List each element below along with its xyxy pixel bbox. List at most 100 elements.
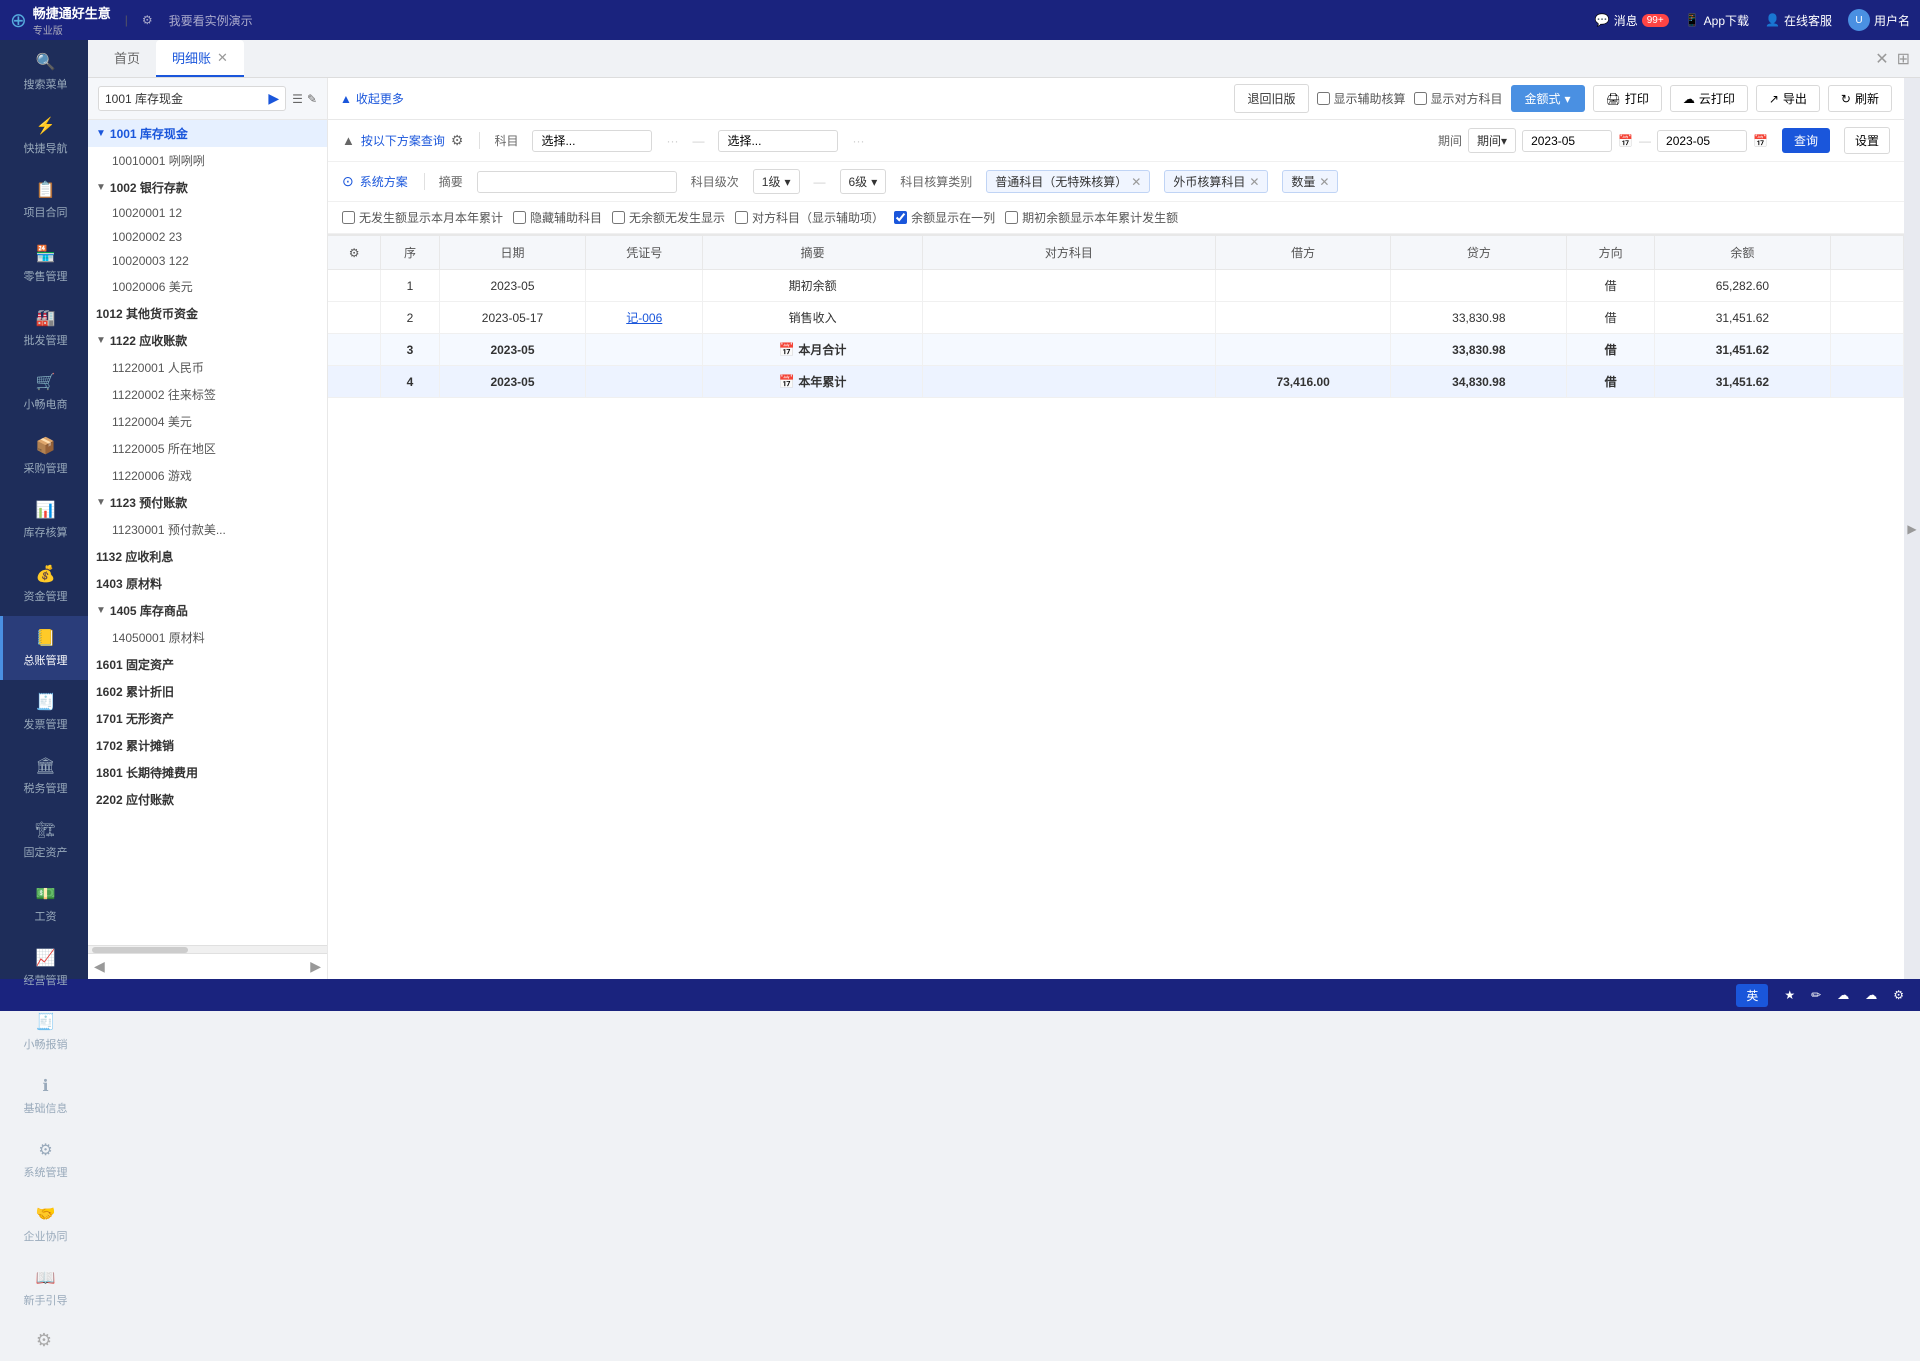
sidebar-item-tax[interactable]: 🏛 税务管理 [0,744,88,808]
tree-item-1701[interactable]: 1701 无形资产 [88,705,327,732]
message-btn[interactable]: 💬 消息 99+ [1595,12,1669,29]
tab-close-icon[interactable]: ✕ [1875,49,1888,69]
tree-item-1702[interactable]: 1702 累计摊销 [88,732,327,759]
row2-voucher[interactable]: 记-006 [586,302,703,334]
settings-btn[interactable]: 设置 [1844,127,1890,154]
cb-hide-aux-input[interactable] [513,211,526,224]
filter-tag-close-2[interactable]: ✕ [1319,175,1329,189]
tree-item-14050001[interactable]: 14050001 原材料 [88,624,327,651]
cloud-print-btn[interactable]: ☁ 云打印 [1670,85,1748,112]
sidebar-item-reimbursement[interactable]: 🧾 小畅报销 [0,1000,88,1064]
sidebar-item-payroll[interactable]: 💵 工资 [0,872,88,936]
scheme-label[interactable]: 系统方案 [360,173,408,190]
sidebar-item-basic[interactable]: ℹ 基础信息 [0,1064,88,1128]
sidebar-item-guide[interactable]: 📖 新手引导 [0,1256,88,1320]
filter-tag-close-0[interactable]: ✕ [1131,175,1141,189]
sidebar-item-business[interactable]: 📈 经营管理 [0,936,88,1000]
tree-item-11220002[interactable]: 11220002 往来标签 [88,381,327,408]
sidebar-item-partner[interactable]: 🤝 企业协同 [0,1192,88,1256]
cb-no-balance[interactable]: 无余额无发生显示 [612,209,725,226]
right-collapse-btn[interactable]: ▶ [1904,78,1920,979]
tree-collapse-right[interactable]: ▶ [310,958,321,975]
refresh-btn[interactable]: ↻ 刷新 [1828,85,1892,112]
tree-item-1601[interactable]: 1601 固定资产 [88,651,327,678]
show-contra-check[interactable]: 显示对方科目 [1414,90,1503,107]
cb-no-occur[interactable]: 无发生额显示本月本年累计 [342,209,503,226]
tree-hscroll[interactable] [88,945,327,953]
sidebar-item-assets[interactable]: 🏗 固定资产 [0,808,88,872]
tab-detail[interactable]: 明细账 ✕ [156,40,244,77]
export-btn[interactable]: ↗ 导出 [1756,85,1820,112]
tree-item-11220005[interactable]: 11220005 所在地区 [88,435,327,462]
sidebar-item-purchase[interactable]: 📦 采购管理 [0,424,88,488]
print-btn[interactable]: 🖨 打印 [1593,85,1662,112]
cb-contra[interactable]: 对方科目（显示辅助项） [735,209,884,226]
tree-item-1132[interactable]: 1132 应收利息 [88,543,327,570]
cb-begin-bal[interactable]: 期初余额显示本年累计发生额 [1005,209,1178,226]
tree-item-1123[interactable]: ▼ 1123 预付账款 [88,489,327,516]
search-btn[interactable]: 查询 [1782,128,1830,153]
cb-contra-input[interactable] [735,211,748,224]
tree-item-11230001[interactable]: 11230001 预付款美... [88,516,327,543]
subject-input[interactable] [532,130,652,152]
demo-link[interactable]: 我要看实例演示 [169,12,253,29]
filter-tag-close-1[interactable]: ✕ [1249,175,1259,189]
format-btn[interactable]: 金额式 ▾ [1511,85,1585,112]
sidebar-item-ecommerce[interactable]: 🛒 小畅电商 [0,360,88,424]
level-start-select[interactable]: 1级 ▾ [753,169,800,194]
tree-item-11220004[interactable]: 11220004 美元 [88,408,327,435]
expand-filter-btn[interactable]: ▲ 收起更多 [340,90,404,107]
summary-input[interactable] [477,171,677,193]
subject-input2[interactable] [718,130,838,152]
tree-item-10020002[interactable]: 10020002 23 [88,225,327,249]
user-area[interactable]: U 用户名 [1848,9,1910,31]
period-calendar-start[interactable]: 📅 [1618,134,1633,148]
online-service-btn[interactable]: 👤 在线客服 [1765,12,1832,29]
bottom-btn-cloud2[interactable]: ☁ [1865,988,1877,1002]
tree-item-11220001[interactable]: 11220001 人民币 [88,354,327,381]
tree-item-1403[interactable]: 1403 原材料 [88,570,327,597]
list-view-icon[interactable]: ☰ [292,92,303,106]
tree-item-10020001[interactable]: 10020001 12 [88,201,327,225]
sidebar-item-inventory[interactable]: 📊 库存核算 [0,488,88,552]
tree-item-1012[interactable]: 1012 其他货币资金 [88,300,327,327]
sidebar-item-shortcut[interactable]: ⚡ 快捷导航 [0,104,88,168]
settings-icon[interactable]: ⚙ [142,13,153,27]
sidebar-settings[interactable]: ⚙ [0,1320,88,1361]
cb-no-occur-input[interactable] [342,211,355,224]
period-calendar-end[interactable]: 📅 [1753,134,1768,148]
tab-close-btn[interactable]: ✕ [217,50,228,66]
period-end-input[interactable] [1657,130,1747,152]
show-contra-input[interactable] [1414,92,1427,105]
cb-no-balance-input[interactable] [612,211,625,224]
tree-item-10020003[interactable]: 10020003 122 [88,249,327,273]
sidebar-item-project[interactable]: 📋 项目合同 [0,168,88,232]
bottom-btn-settings[interactable]: ⚙ [1893,988,1904,1002]
sidebar-item-search[interactable]: 🔍 搜索菜单 [0,40,88,104]
tree-collapse-left[interactable]: ◀ [94,958,105,975]
th-settings[interactable]: ⚙ [328,236,381,270]
account-search-nav[interactable]: ▶ [268,90,279,107]
sidebar-item-ledger[interactable]: 📒 总账管理 [0,616,88,680]
cb-begin-bal-input[interactable] [1005,211,1018,224]
bottom-btn-edit[interactable]: ✏ [1811,988,1821,1002]
period-type-select[interactable]: 期间▾ [1468,128,1516,153]
cb-one-col[interactable]: 余额显示在一列 [894,209,995,226]
tree-item-1002[interactable]: ▼ 1002 银行存款 [88,174,327,201]
edit-view-icon[interactable]: ✎ [307,92,317,106]
show-aux-check[interactable]: 显示辅助核算 [1317,90,1406,107]
show-aux-input[interactable] [1317,92,1330,105]
tree-item-1122[interactable]: ▼ 1122 应收账款 [88,327,327,354]
tree-item-10020006[interactable]: 10020006 美元 [88,273,327,300]
tree-item-1801[interactable]: 1801 长期待摊费用 [88,759,327,786]
tab-expand-icon[interactable]: ⊞ [1897,49,1910,69]
cb-one-col-input[interactable] [894,211,907,224]
tree-item-10010001[interactable]: 10010001 咧咧咧 [88,147,327,174]
tab-home[interactable]: 首页 [98,40,156,77]
bottom-btn-cloud1[interactable]: ☁ [1837,988,1849,1002]
bottom-btn-translate[interactable]: 英 [1736,984,1768,1007]
sidebar-item-retail[interactable]: 🏪 零售管理 [0,232,88,296]
tree-item-1405[interactable]: ▼ 1405 库存商品 [88,597,327,624]
sidebar-item-system[interactable]: ⚙ 系统管理 [0,1128,88,1192]
tree-item-11220006[interactable]: 11220006 游戏 [88,462,327,489]
